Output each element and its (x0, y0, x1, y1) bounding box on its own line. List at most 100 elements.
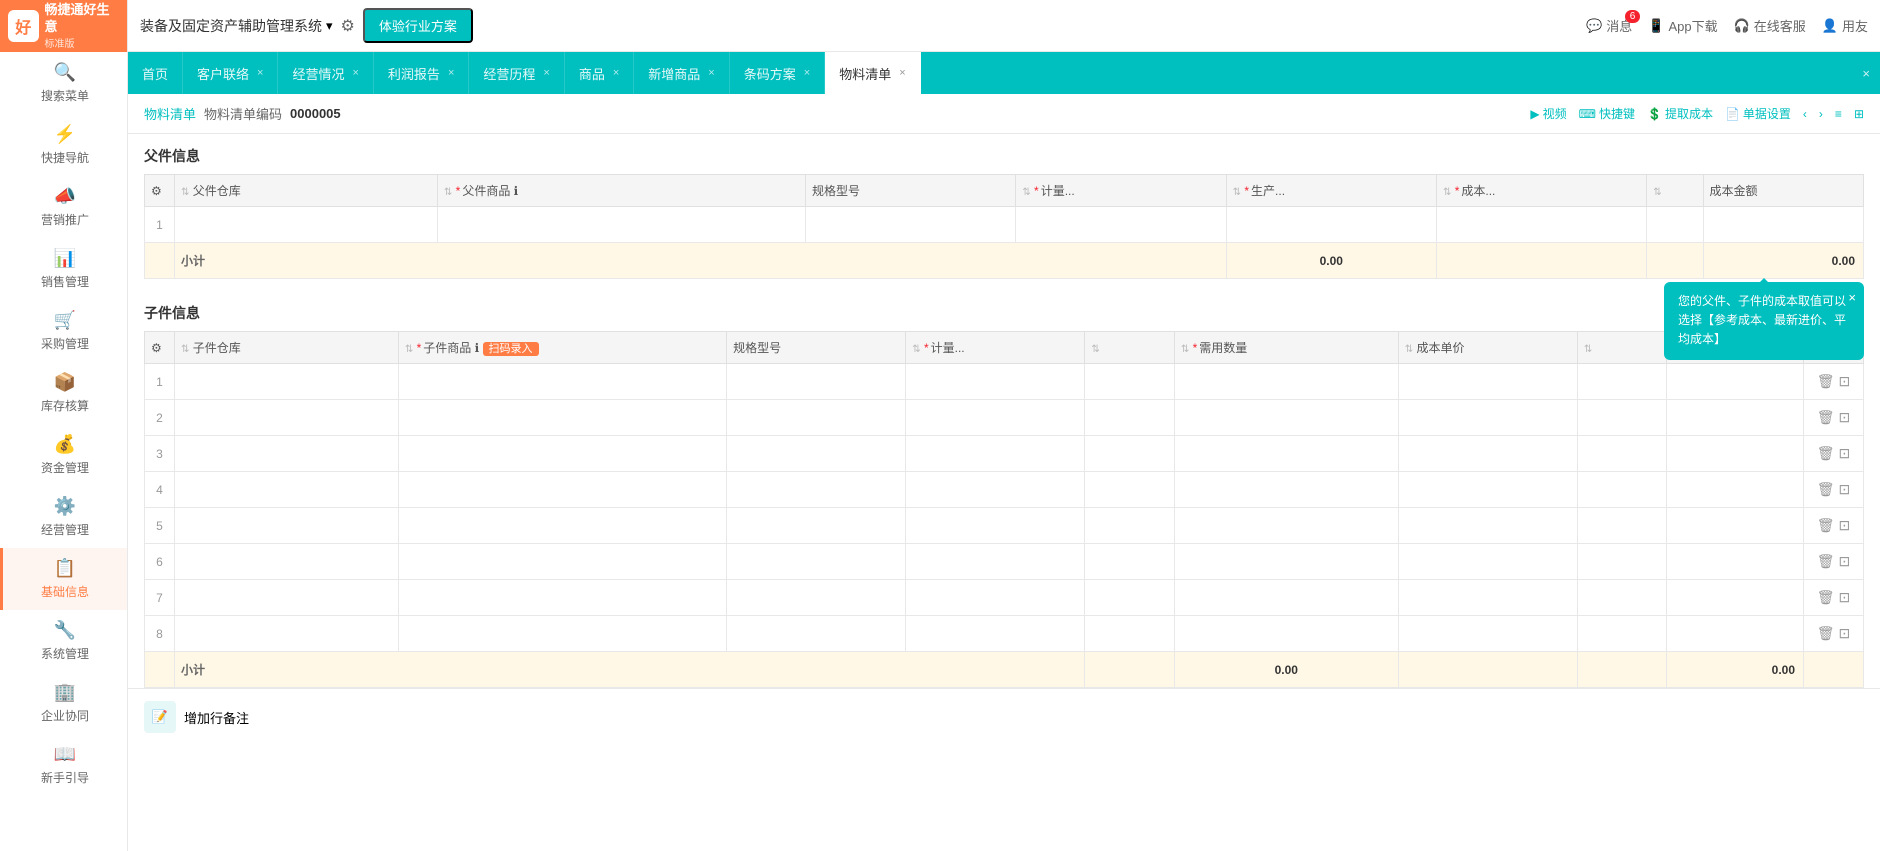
message-icon: 💬 (1586, 18, 1602, 34)
child-product-1[interactable] (398, 364, 726, 400)
child-warehouse-2[interactable] (175, 400, 399, 436)
child-col-settings: ⚙ (145, 332, 175, 364)
tab-profit[interactable]: 利润报告× (374, 52, 469, 94)
sidebar-item-sales[interactable]: 📊销售管理 (0, 238, 127, 300)
sidebar-item-purchase[interactable]: 🛒采购管理 (0, 300, 127, 362)
delete-icon-5[interactable]: 🗑 (1817, 517, 1835, 534)
breadcrumb-bom[interactable]: 物料清单 (144, 104, 196, 123)
sidebar-item-guide[interactable]: 📖新手引导 (0, 734, 127, 796)
child-row-8: 8 🗑⊡ (145, 616, 1864, 652)
tab-barcode[interactable]: 条码方案× (730, 52, 825, 94)
sidebar-nav: 🔍搜索菜单 ⚡快捷导航 📣营销推广 📊销售管理 🛒采购管理 📦库存核算 💰资金管… (0, 52, 127, 851)
delete-icon-8[interactable]: 🗑 (1817, 625, 1835, 642)
child-col-need-qty: ⇅ *需用数量 (1174, 332, 1398, 364)
settings-icon[interactable]: ⚙ (341, 16, 355, 36)
close-tab-new-goods[interactable]: × (708, 67, 714, 79)
tab-operation[interactable]: 经营情况× (278, 52, 373, 94)
tab-new-goods[interactable]: 新增商品× (634, 52, 729, 94)
parent-section-title: 父件信息 (144, 146, 1864, 166)
child-qty-1[interactable] (906, 364, 1085, 400)
sidebar-item-marketing[interactable]: 📣营销推广 (0, 176, 127, 238)
child-spec-2[interactable] (727, 400, 906, 436)
tab-home[interactable]: 首页 (128, 52, 183, 94)
add-row-note-button[interactable]: 📝 (144, 701, 176, 733)
parent-col-qty: ⇅ *计量... (1016, 175, 1226, 207)
parent-prod-1[interactable] (1226, 207, 1436, 243)
child-warehouse-1[interactable] (175, 364, 399, 400)
delete-icon-2[interactable]: 🗑 (1817, 409, 1835, 426)
close-all-tabs[interactable]: × (1852, 52, 1880, 94)
sidebar-item-search[interactable]: 🔍搜索菜单 (0, 52, 127, 114)
grid-view[interactable]: ⊞ (1854, 107, 1864, 121)
close-tab-history[interactable]: × (543, 67, 549, 79)
child-subtotal-row: 小计 0.00 0.00 (145, 652, 1864, 688)
trial-button[interactable]: 体验行业方案 (363, 8, 473, 43)
delete-icon-7[interactable]: 🗑 (1817, 589, 1835, 606)
child-col-empty2: ⇅ (1577, 332, 1667, 364)
child-need-qty-1[interactable] (1174, 364, 1398, 400)
parent-section: 父件信息 ⚙ ⇅ 父件仓库 ⇅ *父件商品 ℹ 规格型号 ⇅ *计量... ⇅ … (128, 134, 1880, 279)
close-tab-operation[interactable]: × (352, 67, 358, 79)
shortcut-action[interactable]: ⌨ 快捷键 (1579, 105, 1635, 122)
parent-table: ⚙ ⇅ 父件仓库 ⇅ *父件商品 ℹ 规格型号 ⇅ *计量... ⇅ *生产..… (144, 174, 1864, 279)
tab-customer[interactable]: 客户联络× (183, 52, 278, 94)
tab-bom[interactable]: 物料清单× (825, 52, 920, 94)
child-need-qty-2[interactable] (1174, 400, 1398, 436)
copy-icon-6[interactable]: ⊡ (1839, 553, 1851, 570)
sidebar-item-basic[interactable]: 📋基础信息 (0, 548, 127, 610)
tab-history[interactable]: 经营历程× (469, 52, 564, 94)
parent-subtotal-cost: 0.00 (1226, 243, 1436, 279)
user-menu[interactable]: 👤 用友 (1822, 16, 1868, 35)
child-unit-cost-2[interactable] (1398, 400, 1577, 436)
copy-icon-5[interactable]: ⊡ (1839, 517, 1851, 534)
delete-icon-4[interactable]: 🗑 (1817, 481, 1835, 498)
video-action[interactable]: ▶ 视频 (1530, 105, 1566, 122)
sidebar-item-finance[interactable]: 💰资金管理 (0, 424, 127, 486)
doc-settings-action[interactable]: 📄 单据设置 (1725, 105, 1791, 122)
child-row-1: 1 🗑⊡ (145, 364, 1864, 400)
parent-cost-1[interactable] (1436, 207, 1646, 243)
tooltip-close-button[interactable]: × (1848, 288, 1856, 309)
sidebar-item-inventory[interactable]: 📦库存核算 (0, 362, 127, 424)
next-nav[interactable]: › (1819, 107, 1823, 121)
parent-qty-1[interactable] (1016, 207, 1226, 243)
message-button[interactable]: 💬 消息 6 (1586, 16, 1632, 35)
logo-text: 畅捷通好生意 标准版 (45, 2, 119, 51)
sidebar-item-operation[interactable]: ⚙️经营管理 (0, 486, 127, 548)
child-qty-2[interactable] (906, 400, 1085, 436)
delete-icon-6[interactable]: 🗑 (1817, 553, 1835, 570)
sidebar-item-quicknav[interactable]: ⚡快捷导航 (0, 114, 127, 176)
copy-icon-7[interactable]: ⊡ (1839, 589, 1851, 606)
parent-subtotal-amount: 0.00 (1703, 243, 1863, 279)
child-spec-1[interactable] (727, 364, 906, 400)
sidebar-item-system[interactable]: 🔧系统管理 (0, 610, 127, 672)
delete-icon-1[interactable]: 🗑 (1817, 373, 1835, 390)
parent-spec-1[interactable] (805, 207, 1015, 243)
delete-icon-3[interactable]: 🗑 (1817, 445, 1835, 462)
prev-nav[interactable]: ‹ (1803, 107, 1807, 121)
close-tab-goods[interactable]: × (613, 67, 619, 79)
system-title-dropdown[interactable]: 装备及固定资产辅助管理系统 ▾ (140, 16, 333, 36)
copy-icon-4[interactable]: ⊡ (1839, 481, 1851, 498)
sidebar-item-enterprise[interactable]: 🏢企业协同 (0, 672, 127, 734)
tab-goods[interactable]: 商品× (565, 52, 634, 94)
child-product-2[interactable] (398, 400, 726, 436)
parent-product-1[interactable] (437, 207, 805, 243)
content-area: 物料清单 物料清单编码 0000005 ▶ 视频 ⌨ 快捷键 💲 提取成本 📄 … (128, 94, 1880, 851)
close-tab-profit[interactable]: × (448, 67, 454, 79)
child-unit-cost-1[interactable] (1398, 364, 1577, 400)
copy-icon-8[interactable]: ⊡ (1839, 625, 1851, 642)
copy-icon-1[interactable]: ⊡ (1839, 373, 1851, 390)
close-tab-bom[interactable]: × (899, 67, 905, 79)
copy-icon-3[interactable]: ⊡ (1839, 445, 1851, 462)
close-tab-barcode[interactable]: × (804, 67, 810, 79)
copy-icon-2[interactable]: ⊡ (1839, 409, 1851, 426)
close-tab-customer[interactable]: × (257, 67, 263, 79)
child-col-empty1: ⇅ (1085, 332, 1175, 364)
online-service-button[interactable]: 🎧 在线客服 (1734, 16, 1806, 35)
parent-warehouse-1[interactable] (175, 207, 438, 243)
extract-cost-action[interactable]: 💲 提取成本 (1647, 105, 1713, 122)
list-view[interactable]: ≡ (1835, 107, 1842, 121)
app-download-button[interactable]: 📱 App下载 (1648, 16, 1717, 35)
logo-icon: 好 (8, 10, 39, 42)
